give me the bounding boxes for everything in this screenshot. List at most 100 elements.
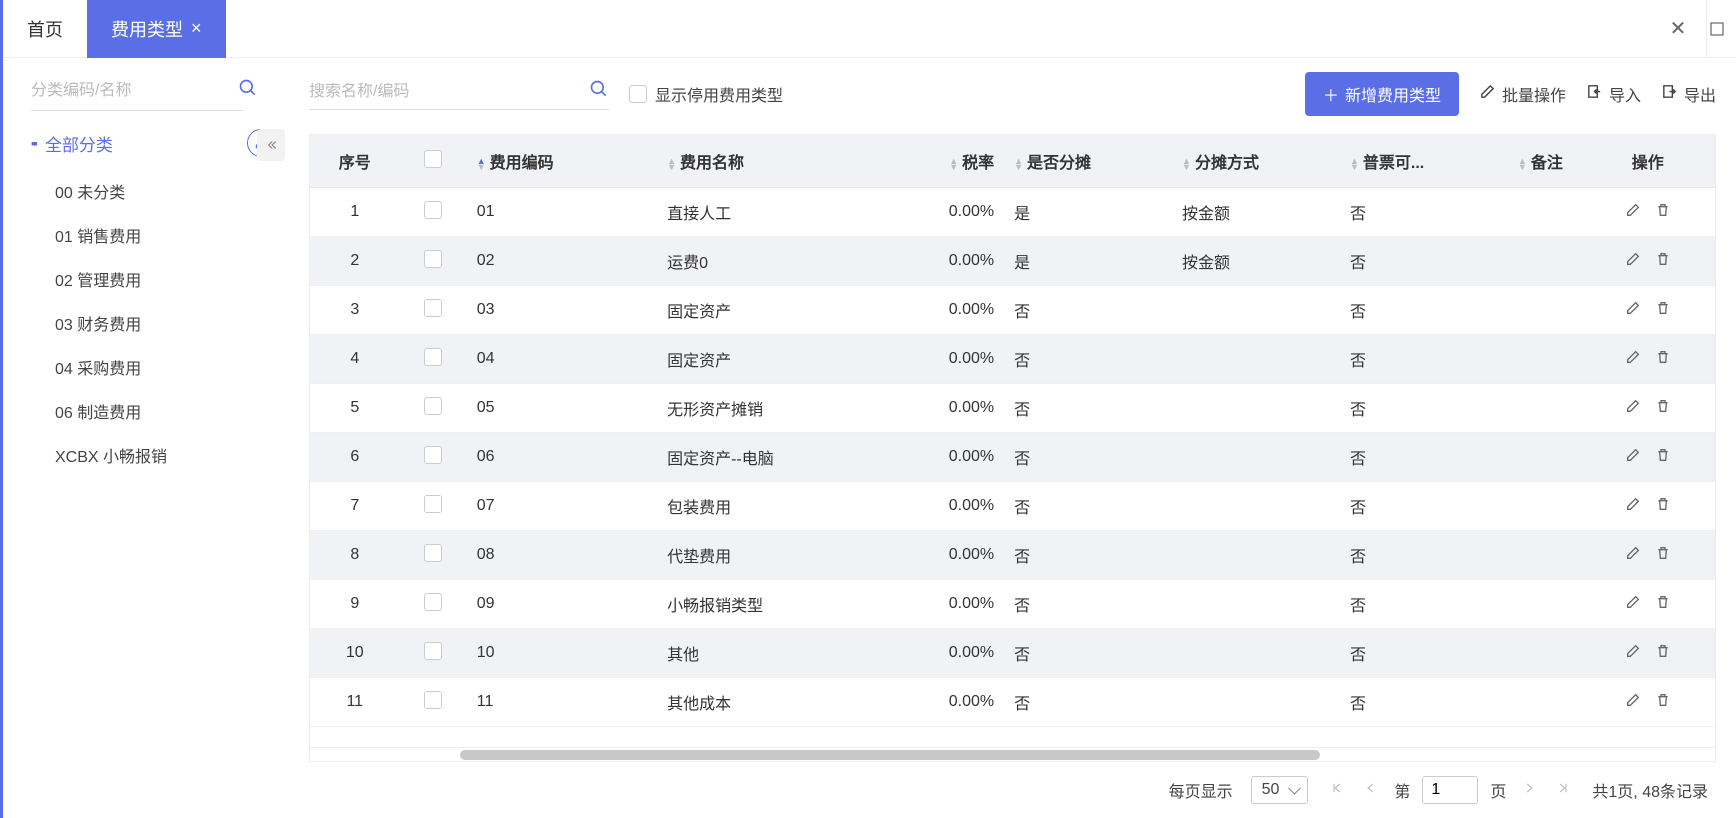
delete-row-icon[interactable] <box>1655 594 1671 615</box>
cell-checkbox[interactable] <box>400 433 467 482</box>
table-row[interactable]: 404固定资产0.00%否否 <box>310 335 1715 384</box>
search-icon[interactable] <box>238 78 258 104</box>
first-page-button[interactable] <box>1326 779 1348 802</box>
delete-row-icon[interactable] <box>1655 398 1671 419</box>
table-search-input[interactable] <box>309 83 589 101</box>
next-page-button[interactable] <box>1518 779 1540 802</box>
cell-checkbox[interactable] <box>400 335 467 384</box>
edit-row-icon[interactable] <box>1625 251 1641 272</box>
table-row[interactable]: 1010其他0.00%否否 <box>310 629 1715 678</box>
table-row[interactable]: 202运费00.00%是按金额否 <box>310 237 1715 286</box>
col-name[interactable]: ▲▼费用名称 <box>657 135 892 188</box>
edit-row-icon[interactable] <box>1625 202 1641 223</box>
delete-row-icon[interactable] <box>1655 692 1671 713</box>
row-checkbox[interactable] <box>424 495 442 513</box>
sidebar-item[interactable]: 02 管理费用 <box>55 257 283 301</box>
sidebar-item[interactable]: 04 采购费用 <box>55 345 283 389</box>
delete-row-icon[interactable] <box>1655 643 1671 664</box>
col-invoice[interactable]: ▲▼普票可... <box>1340 135 1508 188</box>
edit-row-icon[interactable] <box>1625 496 1641 517</box>
delete-row-icon[interactable] <box>1655 447 1671 468</box>
edit-row-icon[interactable] <box>1625 349 1641 370</box>
col-checkbox[interactable] <box>400 135 467 188</box>
export-button[interactable]: 导出 <box>1661 82 1716 106</box>
cell-checkbox[interactable] <box>400 531 467 580</box>
fullscreen-icon[interactable] <box>1706 0 1726 58</box>
delete-row-icon[interactable] <box>1655 496 1671 517</box>
cell-note <box>1508 335 1581 384</box>
table-row[interactable]: 505无形资产摊销0.00%否否 <box>310 384 1715 433</box>
col-note[interactable]: ▲▼备注 <box>1508 135 1581 188</box>
edit-row-icon[interactable] <box>1625 398 1641 419</box>
tab-home[interactable]: 首页 <box>3 0 87 58</box>
edit-row-icon[interactable] <box>1625 300 1641 321</box>
delete-row-icon[interactable] <box>1655 545 1671 566</box>
row-checkbox[interactable] <box>424 397 442 415</box>
delete-row-icon[interactable] <box>1655 349 1671 370</box>
table-row[interactable]: 303固定资产0.00%否否 <box>310 286 1715 335</box>
row-checkbox[interactable] <box>424 593 442 611</box>
table-row[interactable]: 707包装费用0.00%否否 <box>310 482 1715 531</box>
select-all-checkbox[interactable] <box>424 150 442 168</box>
cell-rate: 0.00% <box>892 335 1004 384</box>
col-code[interactable]: ▲▼费用编码 <box>467 135 657 188</box>
import-button[interactable]: 导入 <box>1586 82 1641 106</box>
all-categories-row[interactable]: ▪▪ 全部分类 <box>31 129 283 157</box>
sidebar-item[interactable]: 03 财务费用 <box>55 301 283 345</box>
row-checkbox[interactable] <box>424 691 442 709</box>
per-page-select[interactable]: 50 <box>1251 776 1309 804</box>
col-method[interactable]: ▲▼分摊方式 <box>1172 135 1340 188</box>
edit-row-icon[interactable] <box>1625 545 1641 566</box>
delete-row-icon[interactable] <box>1655 202 1671 223</box>
page-input[interactable] <box>1422 776 1478 804</box>
cell-checkbox[interactable] <box>400 188 467 237</box>
collapse-sidebar-button[interactable] <box>257 129 285 161</box>
table-row[interactable]: 101直接人工0.00%是按金额否 <box>310 188 1715 237</box>
prev-page-button[interactable] <box>1360 779 1382 802</box>
last-page-button[interactable] <box>1552 779 1574 802</box>
col-seq[interactable]: 序号 <box>310 135 400 188</box>
row-checkbox[interactable] <box>424 250 442 268</box>
batch-action-button[interactable]: 批量操作 <box>1479 82 1566 106</box>
close-icon[interactable]: × <box>191 18 202 39</box>
row-checkbox[interactable] <box>424 544 442 562</box>
cell-checkbox[interactable] <box>400 482 467 531</box>
tabs-close-all-icon[interactable]: ✕ <box>1658 9 1698 49</box>
cell-checkbox[interactable] <box>400 580 467 629</box>
show-disabled-checkbox[interactable]: 显示停用费用类型 <box>629 82 783 106</box>
edit-row-icon[interactable] <box>1625 692 1641 713</box>
row-checkbox[interactable] <box>424 642 442 660</box>
table-row[interactable]: 808代垫费用0.00%否否 <box>310 531 1715 580</box>
cell-checkbox[interactable] <box>400 286 467 335</box>
cell-checkbox[interactable] <box>400 237 467 286</box>
col-share[interactable]: ▲▼是否分摊 <box>1004 135 1172 188</box>
sidebar-item[interactable]: XCBX 小畅报销 <box>55 433 283 477</box>
search-icon[interactable] <box>589 79 609 105</box>
edit-row-icon[interactable] <box>1625 447 1641 468</box>
cell-checkbox[interactable] <box>400 629 467 678</box>
table-row[interactable]: 606固定资产--电脑0.00%否否 <box>310 433 1715 482</box>
checkbox-icon[interactable] <box>629 85 647 103</box>
sidebar-item[interactable]: 01 销售费用 <box>55 213 283 257</box>
category-search-input[interactable] <box>31 82 238 100</box>
row-checkbox[interactable] <box>424 201 442 219</box>
sidebar-item[interactable]: 00 未分类 <box>55 169 283 213</box>
row-checkbox[interactable] <box>424 446 442 464</box>
row-checkbox[interactable] <box>424 348 442 366</box>
table-row[interactable]: 1111其他成本0.00%否否 <box>310 678 1715 727</box>
delete-row-icon[interactable] <box>1655 300 1671 321</box>
cell-actions <box>1581 335 1715 384</box>
delete-row-icon[interactable] <box>1655 251 1671 272</box>
cell-checkbox[interactable] <box>400 678 467 727</box>
add-expense-type-button[interactable]: ＋ 新增费用类型 <box>1305 72 1459 116</box>
table-row[interactable]: 909小畅报销类型0.00%否否 <box>310 580 1715 629</box>
tab-expense-type[interactable]: 费用类型 × <box>87 0 226 58</box>
edit-row-icon[interactable] <box>1625 594 1641 615</box>
cell-checkbox[interactable] <box>400 384 467 433</box>
scrollbar-thumb[interactable] <box>460 750 1320 760</box>
row-checkbox[interactable] <box>424 299 442 317</box>
horizontal-scrollbar[interactable] <box>310 747 1715 761</box>
col-rate[interactable]: ▲▼税率 <box>892 135 1004 188</box>
edit-row-icon[interactable] <box>1625 643 1641 664</box>
sidebar-item[interactable]: 06 制造费用 <box>55 389 283 433</box>
